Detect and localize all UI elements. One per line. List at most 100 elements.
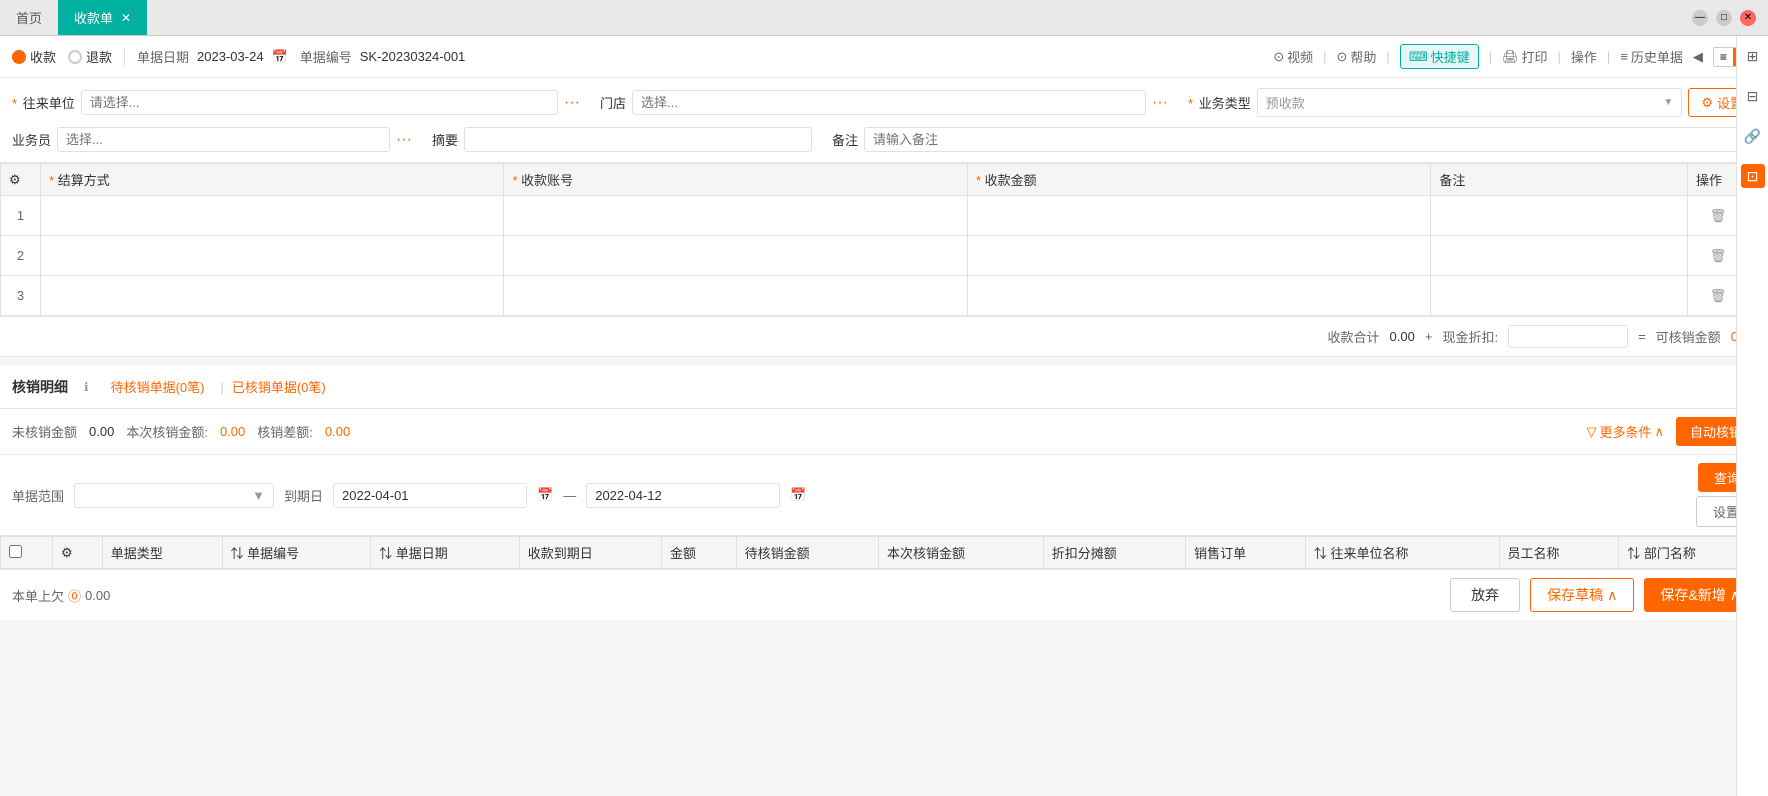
right-panel-scan-btn[interactable]: ⊡	[1741, 164, 1765, 188]
action-operation[interactable]: 操作	[1571, 47, 1597, 66]
settings-gear-icon: ⚙	[9, 172, 21, 187]
salesperson-more-btn[interactable]: ···	[396, 131, 412, 149]
draft-label: 保存草稿	[1547, 585, 1603, 605]
summary-row: 收款合计 0.00 + 现金折扣: = 可核销金额 0.00	[0, 317, 1768, 357]
tab-receipt-close[interactable]: ✕	[121, 11, 131, 25]
row-3-amount[interactable]	[967, 276, 1430, 316]
summary-group: 摘要	[432, 127, 812, 152]
date-label: 单据日期	[137, 47, 189, 66]
maximize-button[interactable]: □	[1716, 10, 1732, 26]
salesperson-input[interactable]	[57, 127, 390, 152]
row-3-payment[interactable]	[41, 276, 504, 316]
current-label: 本次核销金额:	[126, 422, 208, 441]
th-settings-2[interactable]: ⚙	[53, 537, 103, 569]
more-conditions-btn[interactable]: ▽ 更多条件 ∧	[1586, 422, 1664, 441]
right-panel-image-btn[interactable]: ⊟	[1741, 84, 1765, 108]
form-fields: * 往来单位 ··· 门店 ··· * 业务类型	[0, 78, 1768, 163]
nav-left-icon[interactable]: ◀	[1693, 49, 1703, 65]
due-date-end-input[interactable]	[586, 483, 780, 508]
row-1-remark[interactable]	[1431, 196, 1688, 236]
radio-refund-label: 退款	[86, 47, 112, 66]
row-2-payment[interactable]	[41, 236, 504, 276]
th-settings[interactable]: ⚙	[1, 164, 41, 196]
row-1-payment[interactable]	[41, 196, 504, 236]
business-type-select[interactable]: 预收款 ▼	[1257, 88, 1683, 117]
radio-refund[interactable]: 退款	[68, 47, 112, 66]
th-receipt-amount: * 收款金额	[967, 164, 1430, 196]
tab-home[interactable]: 首页	[0, 0, 58, 35]
abandon-button[interactable]: 放弃	[1450, 578, 1520, 612]
th-employee-name: 员工名称	[1499, 537, 1619, 569]
toolbar-actions: ⊙ 视频 | ⊙ 帮助 | ⌨ 快捷键 | 🖨 打印 |	[1273, 44, 1756, 69]
th-checkbox[interactable]	[1, 537, 53, 569]
action-print[interactable]: 🖨 打印	[1502, 47, 1548, 66]
row-num-3: 3	[1, 276, 41, 316]
counterparty-more-btn[interactable]: ···	[564, 94, 580, 112]
sort-icon-3: ⇅	[1314, 546, 1327, 561]
due-date-start-input[interactable]	[333, 483, 527, 508]
row-1-amount[interactable]	[967, 196, 1430, 236]
remark-input[interactable]	[864, 127, 1756, 152]
number-value: SK-20230324-001	[360, 49, 466, 64]
business-type-arrow: ▼	[1663, 97, 1673, 108]
setting-icon: ⚙	[1701, 95, 1713, 111]
summary-input[interactable]	[464, 127, 812, 152]
salesperson-label: 业务员	[12, 130, 51, 149]
action-history-label: 历史单据	[1631, 47, 1683, 66]
action-help[interactable]: ⊙ 帮助	[1337, 47, 1377, 66]
th-amount: 金额	[662, 537, 737, 569]
right-panel-link-btn[interactable]: 🔗	[1741, 124, 1765, 148]
pending-tab[interactable]: 待核销单据(0笔)	[105, 375, 211, 398]
save-draft-button[interactable]: 保存草稿 ∧	[1530, 578, 1634, 612]
business-type-label: * 业务类型	[1188, 93, 1251, 112]
th-discount: 折扣分摊额	[1043, 537, 1185, 569]
tab-receipt[interactable]: 收款单 ✕	[58, 0, 147, 35]
row-2-delete-icon[interactable]: 🗑	[1710, 248, 1727, 263]
layout-list-btn[interactable]: ≡	[1714, 48, 1733, 66]
store-more-btn[interactable]: ···	[1152, 94, 1168, 112]
remark-group: 备注	[832, 127, 1756, 152]
radio-refund-indicator	[68, 50, 82, 64]
equals-sign: =	[1638, 329, 1646, 344]
counterparty-input[interactable]	[81, 90, 558, 115]
action-shortcut[interactable]: ⌨ 快捷键	[1400, 44, 1479, 69]
right-panel-table-btn[interactable]: ⊞	[1741, 44, 1765, 68]
store-input[interactable]	[632, 90, 1146, 115]
writeoff-title: 核销明细	[12, 377, 68, 397]
tab-receipt-label: 收款单	[74, 8, 113, 27]
minimize-button[interactable]: —	[1692, 10, 1708, 26]
completed-tab[interactable]: 已核销单据(0笔)	[214, 375, 331, 398]
close-button[interactable]: ✕	[1740, 10, 1756, 26]
radio-receipt[interactable]: 收款	[12, 47, 56, 66]
row-1-delete-icon[interactable]: 🗑	[1710, 208, 1727, 223]
row-3-remark[interactable]	[1431, 276, 1688, 316]
table-row: 1 🗑 ⧉	[1, 196, 1768, 236]
action-history[interactable]: ≡ 历史单据	[1620, 47, 1683, 66]
action-shortcut-label: 快捷键	[1431, 47, 1470, 66]
writeoff-info-icon[interactable]: ℹ	[84, 380, 89, 394]
row-2-remark[interactable]	[1431, 236, 1688, 276]
action-video-label: 视频	[1287, 47, 1313, 66]
receipt-refund-radio: 收款 退款	[12, 47, 112, 66]
action-video[interactable]: ⊙ 视频	[1273, 47, 1313, 66]
chevron-up-icon: ∧	[1654, 424, 1664, 440]
th-doc-number: ⇅ 单据编号	[222, 537, 371, 569]
footer-info-icon[interactable]: ⓪	[68, 586, 81, 605]
writeoff-section: 核销明细 ℹ 待核销单据(0笔) 已核销单据(0笔) 未核销金额 0.00 本次…	[0, 365, 1768, 569]
plus-sign: +	[1425, 329, 1433, 344]
select-all-checkbox[interactable]	[9, 545, 22, 558]
date-calendar-end-icon[interactable]: 📅	[790, 487, 806, 503]
date-calendar-start-icon[interactable]: 📅	[537, 487, 553, 503]
date-value[interactable]: 2023-03-24	[197, 49, 264, 64]
row-3-delete-icon[interactable]: 🗑	[1710, 288, 1727, 303]
row-2-amount[interactable]	[967, 236, 1430, 276]
date-range-select[interactable]: ▼	[74, 483, 274, 508]
video-icon: ⊙	[1273, 49, 1284, 65]
remark-label: 备注	[832, 130, 858, 149]
row-3-account[interactable]	[504, 276, 967, 316]
row-1-account[interactable]	[504, 196, 967, 236]
discount-input[interactable]	[1508, 325, 1628, 348]
date-calendar-icon[interactable]: 📅	[272, 49, 288, 65]
row-2-account[interactable]	[504, 236, 967, 276]
total-value: 0.00	[1390, 329, 1415, 344]
